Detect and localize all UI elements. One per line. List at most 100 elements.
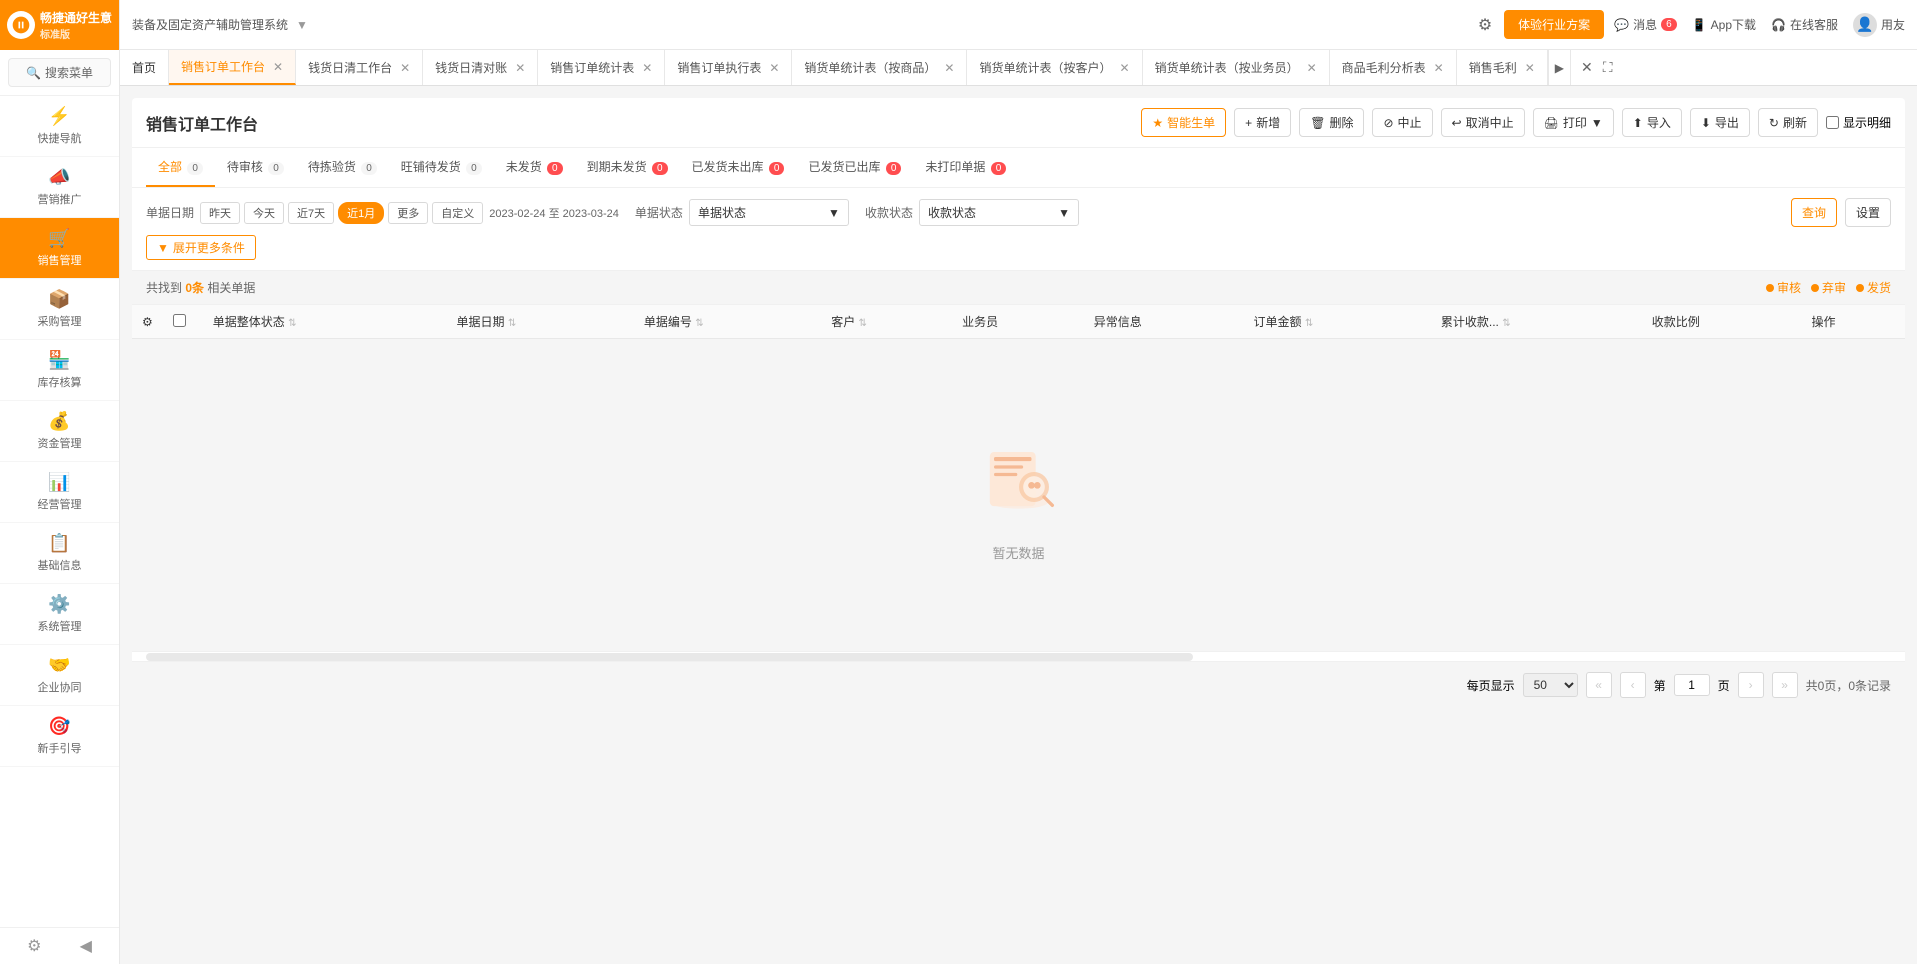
tab-close-cash-daily[interactable]: ✕ [400, 61, 410, 75]
tab-cash-daily[interactable]: 钱货日清工作台 ✕ [296, 50, 423, 85]
sidebar-collapse-btn[interactable]: ◀ [80, 936, 92, 956]
tab-close-sales-workbench[interactable]: ✕ [273, 60, 283, 74]
user-area[interactable]: 👤 用友 [1853, 13, 1905, 37]
last-page-button[interactable]: » [1772, 672, 1798, 698]
sub-tab-pending-review[interactable]: 待审核 0 [215, 148, 296, 187]
tabs-more-btn[interactable]: ▶ [1548, 50, 1570, 85]
ship-action[interactable]: 发货 [1856, 279, 1891, 296]
sidebar-item-enterprise[interactable]: 🤝 企业协同 [0, 645, 119, 706]
amount-sort-icon[interactable]: ⇅ [1305, 318, 1313, 329]
review-action[interactable]: 审核 [1766, 279, 1801, 296]
tab-cash-reconcile[interactable]: 钱货日清对账 ✕ [423, 50, 538, 85]
sub-tab-expired[interactable]: 到期未发货 0 [575, 148, 680, 187]
sub-tab-not-printed[interactable]: 未打印单据 0 [913, 148, 1018, 187]
sub-tab-all[interactable]: 全部 0 [146, 148, 215, 187]
customer-sort-icon[interactable]: ⇅ [859, 318, 867, 329]
tab-home[interactable]: 首页 [120, 50, 169, 85]
tab-close-sales-stat[interactable]: ✕ [642, 61, 652, 75]
search-menu-button[interactable]: 🔍 搜索菜单 [8, 58, 111, 87]
topbar-dropdown-icon[interactable]: ▼ [296, 18, 308, 32]
date-sort-icon[interactable]: ⇅ [508, 318, 516, 329]
page-size-select[interactable]: 10 20 50 100 [1523, 673, 1578, 697]
sidebar-item-system[interactable]: ⚙️ 系统管理 [0, 584, 119, 645]
sidebar-item-guide[interactable]: 🎯 新手引导 [0, 706, 119, 767]
sub-tab-shipped-out[interactable]: 已发货已出库 0 [796, 148, 913, 187]
cancel-review-action[interactable]: 弃审 [1811, 279, 1846, 296]
select-all-checkbox[interactable] [173, 314, 186, 327]
sidebar-settings-btn[interactable]: ⚙ [27, 936, 41, 956]
horizontal-scrollbar[interactable] [146, 653, 1193, 661]
export-icon: ⬇ [1701, 116, 1711, 130]
tab-close-all-btn[interactable]: ✕ [1577, 57, 1597, 78]
tab-close-sales-goods-stat[interactable]: ✕ [944, 61, 954, 75]
show-detail-label[interactable]: 显示明细 [1826, 114, 1891, 131]
page-header-actions: ★ 智能生单 + 新增 🗑 删除 ⊘ 中止 ↩ 取消中止 [1141, 108, 1891, 137]
message-item[interactable]: 💬 消息 6 [1614, 16, 1677, 33]
payment-filter-select[interactable]: 收款状态 ▼ [919, 199, 1079, 226]
sidebar-item-marketing[interactable]: 📣 营销推广 [0, 157, 119, 218]
tab-close-cash-reconcile[interactable]: ✕ [515, 61, 525, 75]
prev-page-button[interactable]: ‹ [1620, 672, 1646, 698]
first-page-button[interactable]: « [1586, 672, 1612, 698]
next-page-button[interactable]: › [1738, 672, 1764, 698]
online-service-item[interactable]: 🎧 在线客服 [1771, 16, 1838, 33]
tab-gross-profit[interactable]: 商品毛利分析表 ✕ [1330, 50, 1457, 85]
sidebar-item-operations[interactable]: 📊 经营管理 [0, 462, 119, 523]
count-value: 0条 [185, 281, 204, 295]
tab-sales-staff-stat[interactable]: 销货单统计表（按业务员） ✕ [1143, 50, 1330, 85]
date-btn-today[interactable]: 今天 [244, 202, 284, 224]
expand-conditions-button[interactable]: ▼ 展开更多条件 [146, 235, 256, 260]
add-button[interactable]: + 新增 [1234, 108, 1291, 137]
tab-sales-workbench[interactable]: 销售订单工作台 ✕ [169, 50, 296, 85]
smart-generate-button[interactable]: ★ 智能生单 [1141, 108, 1226, 137]
date-btn-yesterday[interactable]: 昨天 [200, 202, 240, 224]
filter-settings-button[interactable]: 设置 [1845, 198, 1891, 227]
topbar-settings-icon[interactable]: ⚙ [1478, 15, 1492, 35]
tab-maximize-btn[interactable]: ⛶ [1599, 57, 1617, 78]
sidebar-item-finance[interactable]: 💰 资金管理 [0, 401, 119, 462]
sub-tab-not-shipped[interactable]: 未发货 0 [494, 148, 575, 187]
date-btn-more[interactable]: 更多 [388, 202, 428, 224]
show-detail-checkbox[interactable] [1826, 116, 1839, 129]
date-btn-7days[interactable]: 近7天 [288, 202, 334, 224]
solution-button[interactable]: 体验行业方案 [1504, 10, 1604, 39]
tab-close-sales-profit[interactable]: ✕ [1525, 61, 1535, 75]
sidebar-item-sales[interactable]: 🛒 销售管理 [0, 218, 119, 279]
page-number-input[interactable] [1674, 674, 1710, 696]
sidebar-item-purchase[interactable]: 📦 采购管理 [0, 279, 119, 340]
tab-sales-stat[interactable]: 销售订单统计表 ✕ [538, 50, 665, 85]
stop-button[interactable]: ⊘ 中止 [1372, 108, 1432, 137]
delete-button[interactable]: 🗑 删除 [1299, 108, 1364, 137]
tab-sales-goods-stat[interactable]: 销货单统计表（按商品） ✕ [792, 50, 967, 85]
sidebar-item-inventory[interactable]: 🏪 库存核算 [0, 340, 119, 401]
number-sort-icon[interactable]: ⇅ [695, 318, 703, 329]
tab-close-sales-exec[interactable]: ✕ [769, 61, 779, 75]
refresh-button[interactable]: ↻ 刷新 [1758, 108, 1818, 137]
sub-tab-shipped-not-out[interactable]: 已发货未出库 0 [680, 148, 797, 187]
tab-sales-profit[interactable]: 销售毛利 ✕ [1457, 50, 1548, 85]
cancel-stop-button[interactable]: ↩ 取消中止 [1441, 108, 1525, 137]
sub-tab-wangpu[interactable]: 旺铺待发货 0 [389, 148, 494, 187]
purchase-icon: 📦 [48, 289, 70, 310]
sidebar-item-basic-info[interactable]: 📋 基础信息 [0, 523, 119, 584]
query-button[interactable]: 查询 [1791, 198, 1837, 227]
col-date: 单据日期 ⇅ [447, 305, 634, 339]
date-btn-1month[interactable]: 近1月 [338, 202, 384, 224]
import-button[interactable]: ⬆ 导入 [1622, 108, 1682, 137]
date-btn-custom[interactable]: 自定义 [432, 202, 483, 224]
print-button[interactable]: 🖨 打印 ▼ [1533, 108, 1614, 137]
export-button[interactable]: ⬇ 导出 [1690, 108, 1750, 137]
tab-sales-exec[interactable]: 销售订单执行表 ✕ [665, 50, 792, 85]
status-filter-select[interactable]: 单据状态 ▼ [689, 199, 849, 226]
tab-sales-customer-stat[interactable]: 销货单统计表（按客户） ✕ [967, 50, 1142, 85]
status-sort-icon[interactable]: ⇅ [288, 318, 296, 329]
tab-close-gross-profit[interactable]: ✕ [1434, 61, 1444, 75]
settings-icon[interactable]: ⚙ [142, 315, 153, 329]
sub-tab-pending-inspect[interactable]: 待拣验货 0 [296, 148, 389, 187]
sidebar-item-label: 快捷导航 [38, 130, 82, 146]
tab-close-sales-customer-stat[interactable]: ✕ [1120, 61, 1130, 75]
app-download-item[interactable]: 📱 App下载 [1692, 16, 1756, 33]
sidebar-item-quick-nav[interactable]: ⚡ 快捷导航 [0, 96, 119, 157]
received-sort-icon[interactable]: ⇅ [1502, 318, 1510, 329]
tab-close-sales-staff-stat[interactable]: ✕ [1307, 61, 1317, 75]
